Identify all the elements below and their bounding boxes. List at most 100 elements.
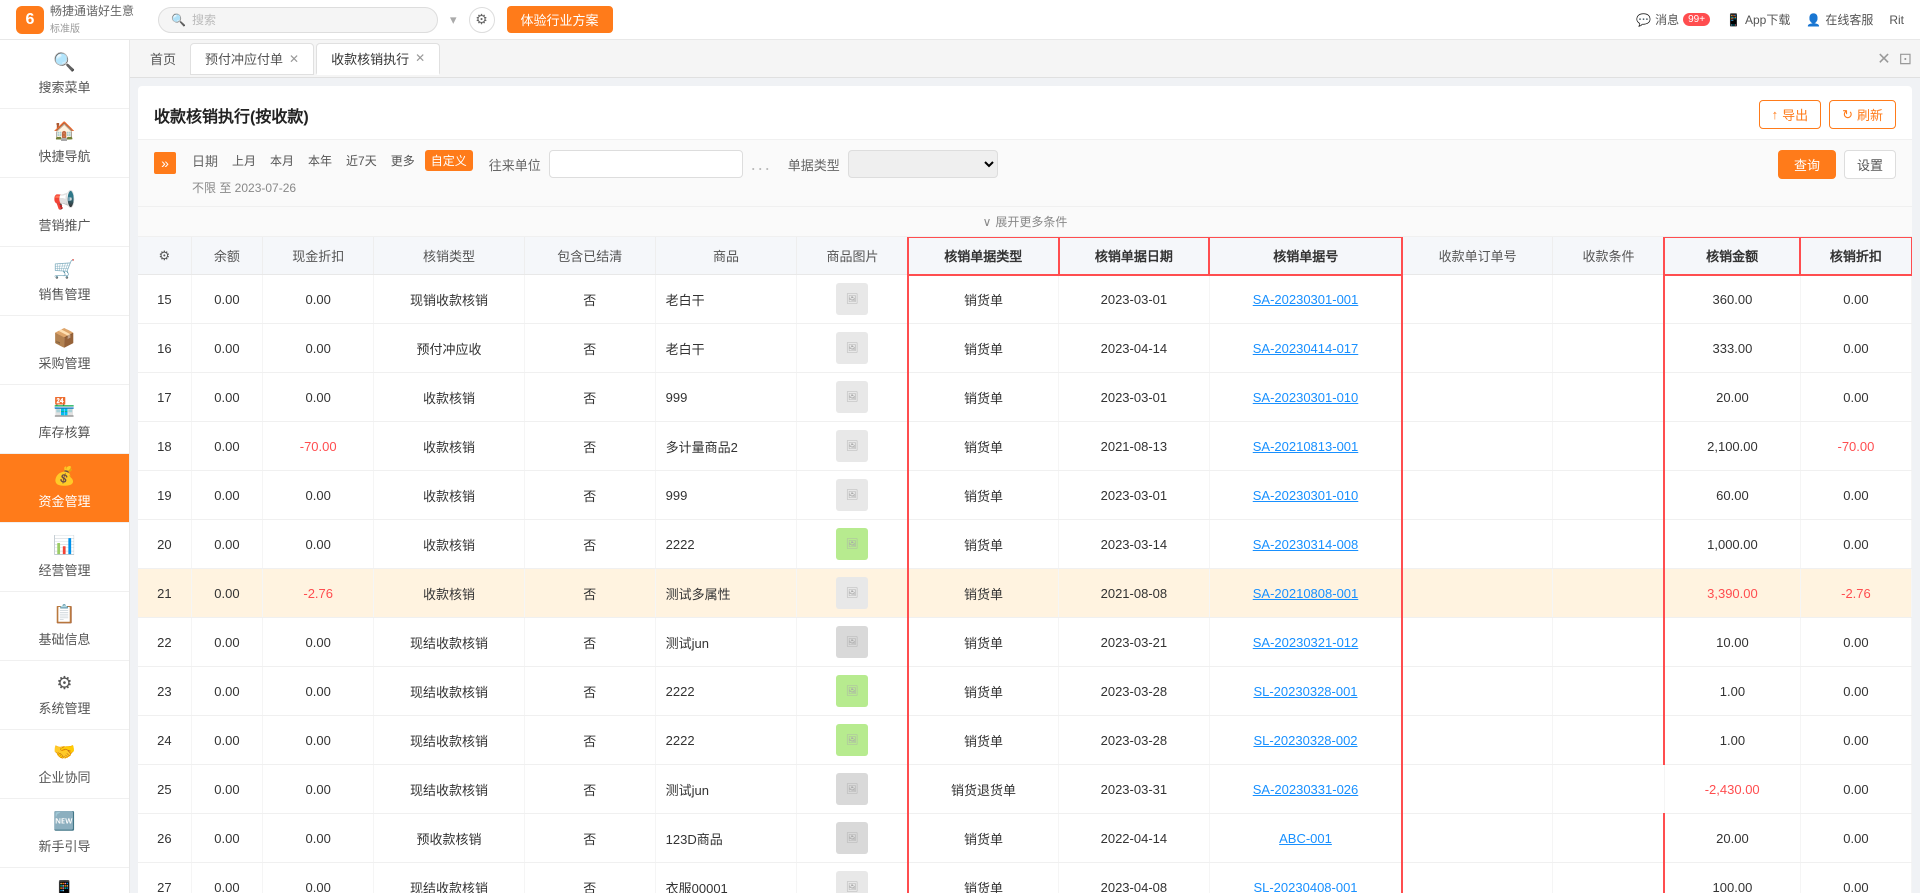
row-verify-bill-no[interactable]: SA-20230301-010	[1209, 373, 1402, 422]
user-name: Rit	[1889, 13, 1904, 27]
query-button[interactable]: 查询	[1778, 150, 1836, 179]
row-verify-type: 收款核销	[374, 422, 525, 471]
row-verify-bill-no[interactable]: SA-20210813-001	[1209, 422, 1402, 471]
th-settings[interactable]: ⚙	[138, 237, 191, 275]
sidebar-item-sales[interactable]: 🛒 销售管理	[0, 247, 129, 316]
from-unit-input[interactable]	[549, 150, 743, 178]
sidebar-item-hardware[interactable]: 📱 智能硬件	[0, 868, 129, 893]
row-verify-bill-no[interactable]: SA-20230301-010	[1209, 471, 1402, 520]
th-verify-bill-type: 核销单据类型	[908, 237, 1059, 275]
sidebar-item-label: 采购管理	[38, 353, 90, 372]
row-verify-bill-no[interactable]: SA-20230301-001	[1209, 275, 1402, 324]
bill-no-link[interactable]: SL-20230408-001	[1253, 880, 1357, 893]
row-verify-bill-no[interactable]: SL-20230328-001	[1209, 667, 1402, 716]
row-verify-bill-no[interactable]: SA-20230321-012	[1209, 618, 1402, 667]
close-window-icon[interactable]: ✕	[1877, 49, 1890, 69]
bill-no-link[interactable]: SA-20230331-026	[1253, 782, 1359, 797]
expand-more-button[interactable]: ∨ 展开更多条件	[983, 213, 1068, 230]
row-verify-bill-date: 2023-03-28	[1059, 667, 1210, 716]
bill-no-link[interactable]: SA-20230314-008	[1253, 537, 1359, 552]
row-include-settled: 否	[524, 569, 655, 618]
tab-prepay[interactable]: 预付冲应付单 ✕	[190, 43, 314, 75]
top-bar: 6 畅捷通谐好生意 标准版 🔍 搜索 ▾ ⚙ 体验行业方案 💬 消息 99+ 📱…	[0, 0, 1920, 40]
row-product-img: 🖼	[797, 863, 908, 893]
row-include-settled: 否	[524, 520, 655, 569]
app-download-item[interactable]: 📱 App下载	[1726, 11, 1790, 28]
row-product-img: 🖼	[797, 618, 908, 667]
bill-no-link[interactable]: SA-20230301-010	[1253, 390, 1359, 405]
date-option-this-year[interactable]: 本年	[304, 150, 336, 171]
sidebar-item-system[interactable]: ⚙ 系统管理	[0, 661, 129, 730]
refresh-button[interactable]: ↻ 刷新	[1829, 100, 1896, 129]
product-thumbnail: 🖼	[836, 773, 868, 805]
date-option-custom[interactable]: 自定义	[425, 150, 473, 171]
filter-expand-button[interactable]: »	[154, 152, 176, 174]
search-placeholder: 搜索	[192, 11, 216, 28]
settings-button[interactable]: 设置	[1844, 150, 1896, 179]
filter-bar: » 日期 上月 本月 本年 近7天 更多 自定义	[138, 140, 1912, 207]
tab-home[interactable]: 首页	[138, 49, 188, 68]
online-service-item[interactable]: 👤 在线客服	[1806, 11, 1873, 28]
sidebar-item-operation[interactable]: 📊 经营管理	[0, 523, 129, 592]
bill-no-link[interactable]: ABC-001	[1279, 831, 1332, 846]
row-verify-bill-no[interactable]: SA-20230331-026	[1209, 765, 1402, 814]
row-balance: 0.00	[191, 373, 263, 422]
date-option-7days[interactable]: 近7天	[342, 150, 381, 171]
row-verify-bill-date: 2023-04-08	[1059, 863, 1210, 893]
bill-no-link[interactable]: SA-20210813-001	[1253, 439, 1359, 454]
row-cash-discount: 0.00	[263, 324, 374, 373]
tab-prepay-close[interactable]: ✕	[289, 52, 299, 66]
sidebar-item-label: 新手引导	[38, 836, 90, 855]
row-verify-bill-no[interactable]: SA-20210808-001	[1209, 569, 1402, 618]
bill-no-link[interactable]: SA-20210808-001	[1253, 586, 1359, 601]
row-verify-amount: 1.00	[1664, 667, 1800, 716]
sidebar-item-shortcut[interactable]: 🏠 快捷导航	[0, 109, 129, 178]
row-verify-bill-no[interactable]: SA-20230314-008	[1209, 520, 1402, 569]
date-option-more[interactable]: 更多	[387, 150, 419, 171]
bill-no-link[interactable]: SL-20230328-002	[1253, 733, 1357, 748]
date-option-this-month[interactable]: 本月	[266, 150, 298, 171]
solution-button[interactable]: 体验行业方案	[507, 6, 613, 33]
sidebar-item-inventory[interactable]: 🏪 库存核算	[0, 385, 129, 454]
bill-no-link[interactable]: SA-20230301-001	[1253, 292, 1359, 307]
maximize-icon[interactable]: ⊡	[1899, 49, 1912, 69]
row-verify-bill-no[interactable]: SL-20230328-002	[1209, 716, 1402, 765]
row-verify-bill-no[interactable]: SL-20230408-001	[1209, 863, 1402, 893]
sidebar-item-base[interactable]: 📋 基础信息	[0, 592, 129, 661]
bill-type-select[interactable]	[848, 150, 998, 178]
data-table: ⚙ 余额 现金折扣 核销类型 包含已结清 商品 商品图片 核销单据类型 核销单据…	[138, 237, 1912, 893]
date-option-last-month[interactable]: 上月	[228, 150, 260, 171]
row-id: 26	[138, 814, 191, 863]
row-receipt-condition	[1553, 373, 1664, 422]
tab-receipt-close[interactable]: ✕	[415, 51, 425, 65]
row-product-img: 🖼	[797, 765, 908, 814]
row-verify-bill-no[interactable]: ABC-001	[1209, 814, 1402, 863]
sidebar-item-search[interactable]: 🔍 搜索菜单	[0, 40, 129, 109]
row-id: 25	[138, 765, 191, 814]
row-include-settled: 否	[524, 373, 655, 422]
row-receipt-condition	[1553, 471, 1664, 520]
bill-no-link[interactable]: SA-20230414-017	[1253, 341, 1359, 356]
bill-no-link[interactable]: SA-20230301-010	[1253, 488, 1359, 503]
top-search[interactable]: 🔍 搜索	[158, 7, 438, 33]
bill-no-link[interactable]: SL-20230328-001	[1253, 684, 1357, 699]
settings-icon[interactable]: ⚙	[469, 7, 495, 33]
notification-badge: 99+	[1683, 13, 1710, 26]
row-verify-type: 现结收款核销	[374, 863, 525, 893]
row-verify-bill-no[interactable]: SA-20230414-017	[1209, 324, 1402, 373]
bill-no-link[interactable]: SA-20230321-012	[1253, 635, 1359, 650]
sidebar-item-purchase[interactable]: 📦 采购管理	[0, 316, 129, 385]
row-receipt-condition	[1553, 520, 1664, 569]
sidebar-item-enterprise[interactable]: 🤝 企业协同	[0, 730, 129, 799]
user-name-item[interactable]: Rit	[1889, 13, 1904, 27]
product-thumbnail: 🖼	[836, 822, 868, 854]
notification-item[interactable]: 💬 消息 99+	[1636, 11, 1710, 28]
sidebar-item-finance[interactable]: 💰 资金管理	[0, 454, 129, 523]
row-verify-type: 现结收款核销	[374, 716, 525, 765]
export-button[interactable]: ↑ 导出	[1759, 100, 1822, 129]
sidebar-item-guide[interactable]: 🆕 新手引导	[0, 799, 129, 868]
sidebar-item-marketing[interactable]: 📢 营销推广	[0, 178, 129, 247]
tab-receipt[interactable]: 收款核销执行 ✕	[316, 43, 440, 75]
row-include-settled: 否	[524, 275, 655, 324]
row-cash-discount: 0.00	[263, 765, 374, 814]
